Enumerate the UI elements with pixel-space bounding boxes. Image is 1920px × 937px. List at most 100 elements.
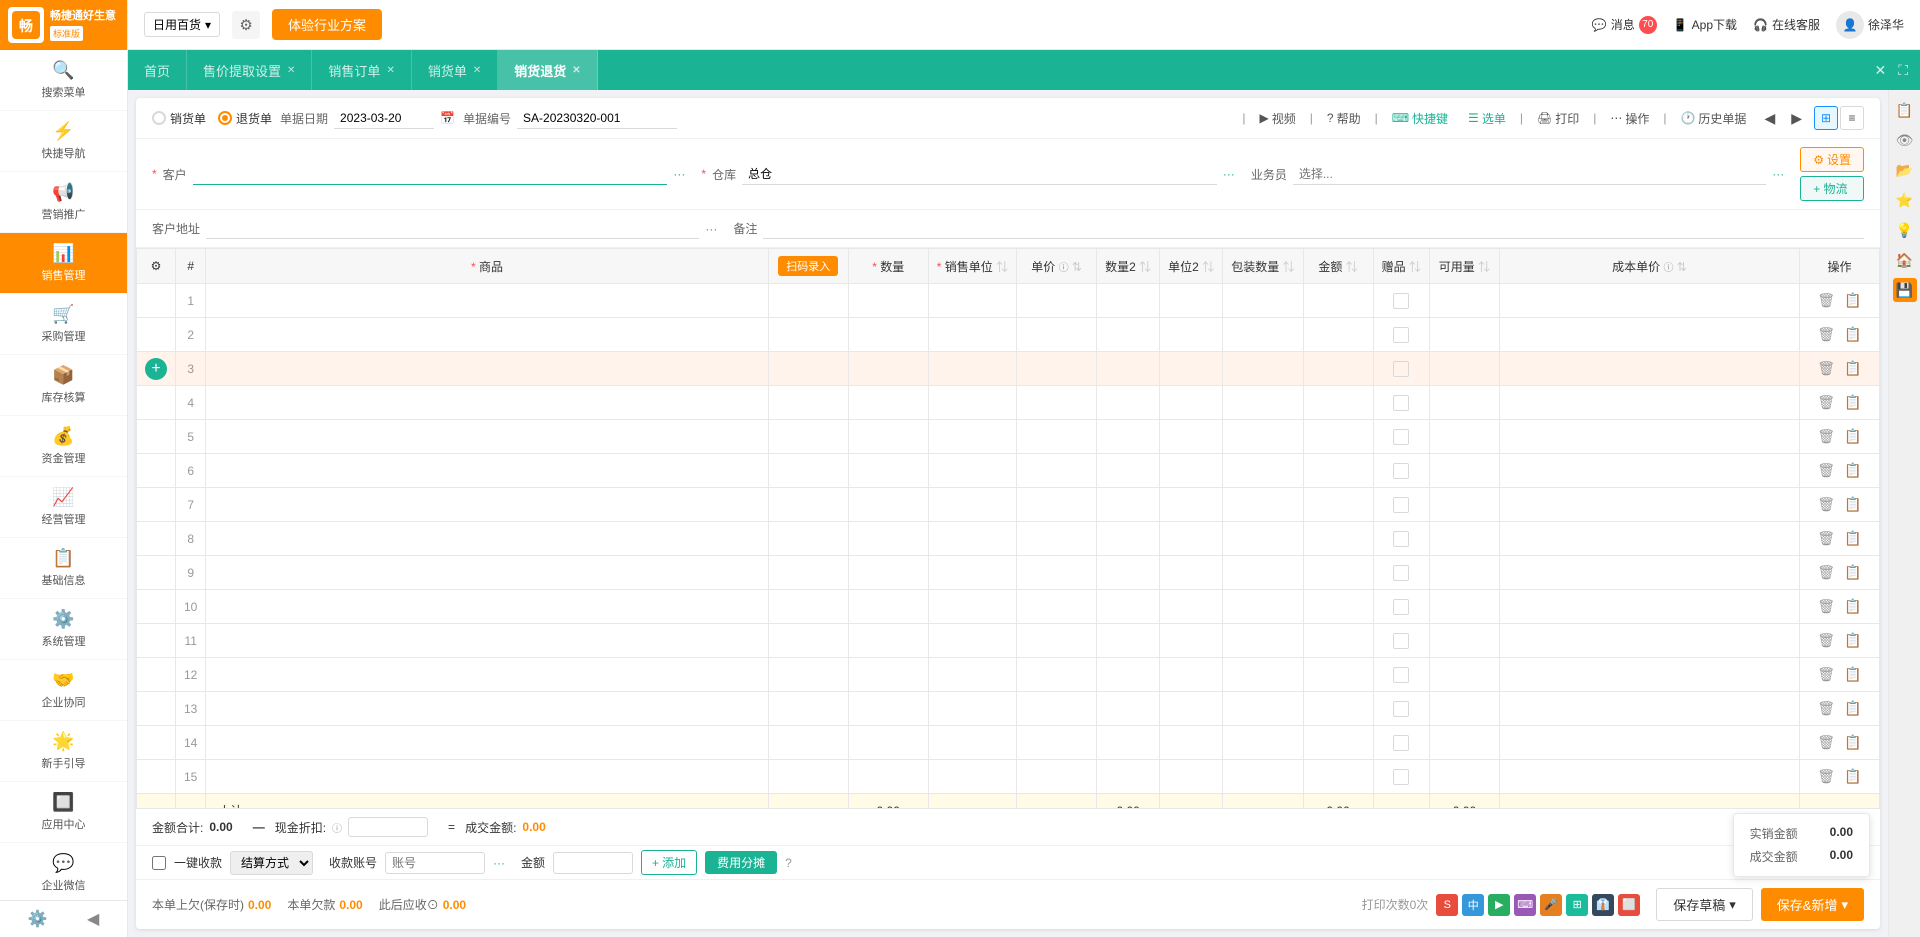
gift-checkbox-13[interactable] <box>1393 701 1409 717</box>
td-qty2-13[interactable] <box>1097 692 1160 726</box>
td-unit-11[interactable] <box>928 624 1016 658</box>
message-button[interactable]: 💬 消息 70 <box>1592 16 1657 34</box>
goods-input-11[interactable] <box>214 634 759 648</box>
td-avail-1[interactable] <box>1429 284 1499 318</box>
goods-input-15[interactable] <box>214 770 759 784</box>
td-qty2-3[interactable] <box>1097 352 1160 386</box>
td-unit-15[interactable] <box>928 760 1016 794</box>
td-price-9[interactable] <box>1017 556 1097 590</box>
copy-row-btn-13[interactable]: 📋 <box>1841 700 1864 716</box>
td-amount-4[interactable] <box>1303 386 1373 420</box>
gift-checkbox-10[interactable] <box>1393 599 1409 615</box>
scan-btn[interactable]: 扫码录入 <box>778 256 838 276</box>
copy-row-btn-11[interactable]: 📋 <box>1841 632 1864 648</box>
gift-checkbox-5[interactable] <box>1393 429 1409 445</box>
gift-checkbox-4[interactable] <box>1393 395 1409 411</box>
one-click-payment-checkbox[interactable] <box>152 856 166 870</box>
sidebar-item-shortcut[interactable]: ⚡ 快捷导航 <box>0 111 127 172</box>
td-gift-5[interactable] <box>1373 420 1429 454</box>
td-gift-10[interactable] <box>1373 590 1429 624</box>
rqp-btn-2[interactable]: 👁 <box>1893 128 1917 152</box>
goods-input-2[interactable] <box>214 328 759 342</box>
delete-row-btn-8[interactable]: 🗑 <box>1814 530 1838 546</box>
tab-home[interactable]: 首页 <box>128 50 187 90</box>
rqp-btn-3[interactable]: 📂 <box>1893 158 1917 182</box>
td-unit-4[interactable] <box>928 386 1016 420</box>
payment-method-select[interactable]: 结算方式 <box>230 851 313 875</box>
goods-input-8[interactable] <box>214 532 759 546</box>
td-amount-14[interactable] <box>1303 726 1373 760</box>
td-avail-3[interactable] <box>1429 352 1499 386</box>
sidebar-item-newbie[interactable]: 🌟 新手引导 <box>0 721 127 782</box>
td-amount-10[interactable] <box>1303 590 1373 624</box>
blue-tool-btn[interactable]: 中 <box>1462 894 1484 916</box>
tab-sale-order[interactable]: 销售订单 ✕ <box>312 50 411 90</box>
td-pack-qty-2[interactable] <box>1223 318 1303 352</box>
td-goods-7[interactable] <box>206 488 768 522</box>
td-qty-15[interactable] <box>848 760 928 794</box>
td-qty2-5[interactable] <box>1097 420 1160 454</box>
td-qty-5[interactable] <box>848 420 928 454</box>
online-service-button[interactable]: 🎧 在线客服 <box>1753 16 1820 33</box>
td-price-1[interactable] <box>1017 284 1097 318</box>
td-amount-2[interactable] <box>1303 318 1373 352</box>
gift-checkbox-15[interactable] <box>1393 769 1409 785</box>
video-btn[interactable]: ▶ 视频 <box>1254 108 1302 129</box>
rqp-btn-1[interactable]: 📋 <box>1893 98 1917 122</box>
delete-row-btn-7[interactable]: 🗑 <box>1814 496 1838 512</box>
gift-checkbox-3[interactable] <box>1393 361 1409 377</box>
salesperson-input[interactable] <box>1293 164 1766 185</box>
td-goods-10[interactable] <box>206 590 768 624</box>
td-goods-14[interactable] <box>206 726 768 760</box>
remark-input[interactable] <box>763 218 1864 239</box>
account-input[interactable] <box>385 852 485 874</box>
goods-input-9[interactable] <box>214 566 759 580</box>
copy-row-btn-9[interactable]: 📋 <box>1841 564 1864 580</box>
print-btn[interactable]: 🖨 打印 <box>1531 108 1585 129</box>
account-more-btn[interactable]: ··· <box>493 856 505 870</box>
td-unit-14[interactable] <box>928 726 1016 760</box>
customer-input[interactable] <box>193 164 668 185</box>
td-amount-8[interactable] <box>1303 522 1373 556</box>
goods-input-6[interactable] <box>214 464 759 478</box>
td-goods-1[interactable] <box>206 284 768 318</box>
td-unit2-7[interactable] <box>1160 488 1223 522</box>
tab-sale-return-close[interactable]: ✕ <box>572 65 580 76</box>
td-unit2-2[interactable] <box>1160 318 1223 352</box>
td-price-7[interactable] <box>1017 488 1097 522</box>
red2-tool-btn[interactable]: ⬜ <box>1618 894 1640 916</box>
gear-icon[interactable]: ⚙ <box>151 259 162 273</box>
discount-info-icon[interactable]: ⓘ <box>332 820 342 835</box>
delete-row-btn-12[interactable]: 🗑 <box>1814 666 1838 682</box>
td-pack-qty-12[interactable] <box>1223 658 1303 692</box>
sidebar-item-purchase[interactable]: 🛒 采购管理 <box>0 294 127 355</box>
td-amount-15[interactable] <box>1303 760 1373 794</box>
td-qty2-8[interactable] <box>1097 522 1160 556</box>
td-goods-6[interactable] <box>206 454 768 488</box>
td-cost-price-15[interactable] <box>1499 760 1799 794</box>
td-amount-3[interactable] <box>1303 352 1373 386</box>
trial-button[interactable]: 体验行业方案 <box>272 9 382 40</box>
select-btn[interactable]: ☰ 选单 <box>1462 108 1512 129</box>
tab-sale-order-close[interactable]: ✕ <box>386 65 394 76</box>
td-goods-13[interactable] <box>206 692 768 726</box>
ops-btn[interactable]: ⋯ 操作 <box>1604 108 1655 129</box>
td-qty-11[interactable] <box>848 624 928 658</box>
td-avail-7[interactable] <box>1429 488 1499 522</box>
td-avail-14[interactable] <box>1429 726 1499 760</box>
td-pack-qty-15[interactable] <box>1223 760 1303 794</box>
td-pack-qty-1[interactable] <box>1223 284 1303 318</box>
td-pack-qty-13[interactable] <box>1223 692 1303 726</box>
td-cost-price-2[interactable] <box>1499 318 1799 352</box>
maximize-tab-button[interactable]: ⛶ <box>1894 60 1912 81</box>
td-unit-5[interactable] <box>928 420 1016 454</box>
tab-sale-delivery[interactable]: 销货单 ✕ <box>412 50 498 90</box>
td-price-11[interactable] <box>1017 624 1097 658</box>
logistics-btn[interactable]: + 物流 <box>1800 176 1864 201</box>
gift-checkbox-6[interactable] <box>1393 463 1409 479</box>
copy-row-btn-1[interactable]: 📋 <box>1841 292 1864 308</box>
td-cost-price-11[interactable] <box>1499 624 1799 658</box>
td-cost-price-4[interactable] <box>1499 386 1799 420</box>
delete-row-btn-6[interactable]: 🗑 <box>1814 462 1838 478</box>
radio-sale[interactable]: 销货单 <box>152 110 206 127</box>
